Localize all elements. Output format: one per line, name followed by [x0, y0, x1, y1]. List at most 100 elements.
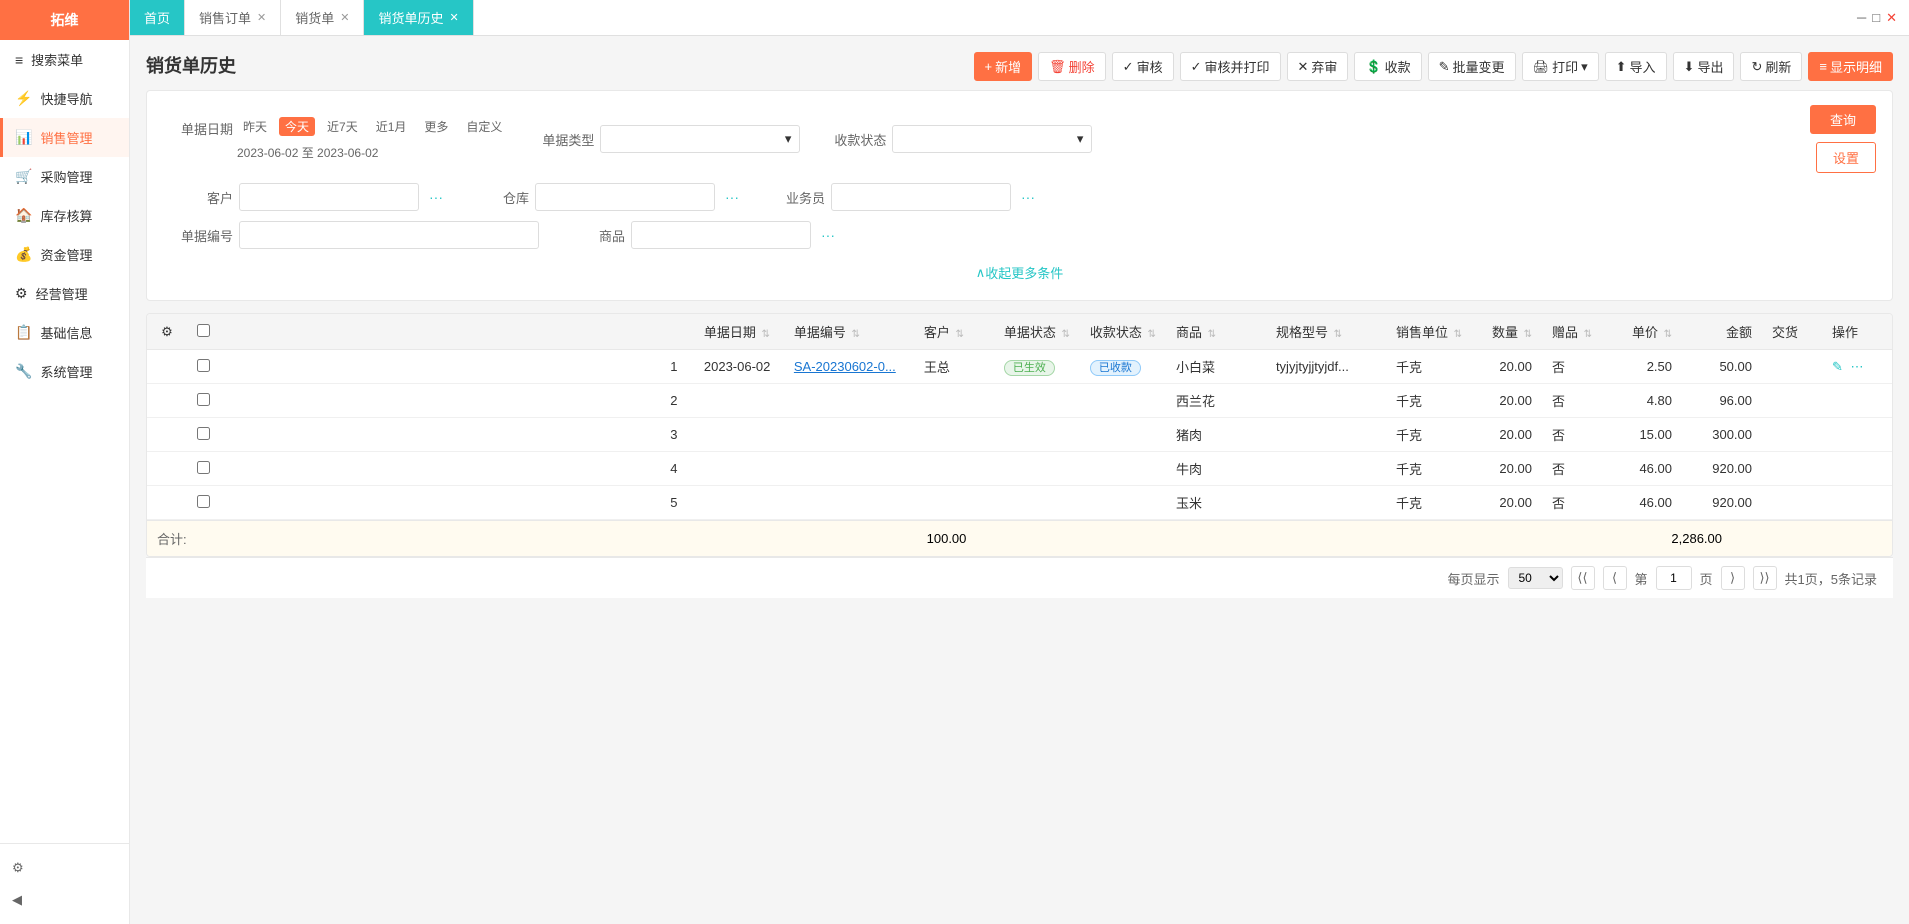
refresh-button[interactable]: ↻ 刷新 — [1740, 52, 1802, 81]
table-settings-icon[interactable]: ⚙ — [161, 324, 173, 339]
filter-collapse-btn[interactable]: ∧ 收起更多条件 — [163, 259, 1876, 286]
th-spec[interactable]: 规格型号 ⇅ — [1266, 314, 1386, 350]
th-doc-no[interactable]: 单据编号 ⇅ — [784, 314, 914, 350]
row-checkbox[interactable] — [197, 495, 210, 508]
sidebar-item-basic-info[interactable]: 📋 基础信息 — [0, 313, 129, 352]
date-badge-more[interactable]: 更多 — [418, 117, 454, 136]
abandon-button[interactable]: ✕ 弃审 — [1287, 52, 1349, 81]
row-checkbox-cell[interactable] — [187, 452, 654, 486]
th-amount: 金额 — [1682, 314, 1762, 350]
row-doc-no[interactable] — [784, 452, 914, 486]
sidebar-toggle-btn[interactable]: ◀ — [0, 884, 129, 916]
tab-sales-history-close[interactable]: ✕ — [450, 11, 459, 24]
row-date — [694, 384, 784, 418]
row-edit-btn[interactable]: ✎ — [1832, 359, 1843, 374]
delete-button[interactable]: 🗑 删除 — [1038, 52, 1106, 81]
row-doc-no[interactable] — [784, 384, 914, 418]
date-badge-today[interactable]: 今天 — [279, 117, 315, 136]
th-customer[interactable]: 客户 ⇅ — [914, 314, 994, 350]
audit-print-button[interactable]: ✓ 审核并打印 — [1180, 52, 1281, 81]
row-checkbox-cell[interactable] — [187, 350, 654, 384]
tab-sales-history[interactable]: 销货单历史 ✕ — [364, 0, 473, 35]
page-input[interactable] — [1656, 566, 1692, 590]
system-mgmt-icon: 🔧 — [15, 363, 32, 380]
sidebar-item-inventory[interactable]: 🏠 库存核算 — [0, 196, 129, 235]
doc-no-input[interactable] — [239, 221, 539, 249]
sidebar-item-purchase-mgmt[interactable]: 🛒 采购管理 — [0, 157, 129, 196]
row-checkbox[interactable] — [197, 427, 210, 440]
sidebar-item-finance-mgmt[interactable]: 💰 资金管理 — [0, 235, 129, 274]
row-checkbox[interactable] — [197, 359, 210, 372]
collect-button[interactable]: 💲 收款 — [1354, 52, 1421, 81]
page-first-btn[interactable]: ⟨⟨ — [1571, 566, 1595, 590]
window-maximize-btn[interactable]: □ — [1872, 10, 1880, 25]
goods-more-btn[interactable]: ··· — [821, 227, 835, 243]
table-row: 2 西兰花 千克 20.00 否 4.80 96.00 — [147, 384, 1892, 418]
new-button[interactable]: + 新增 — [974, 52, 1033, 81]
audit-button[interactable]: ✓ 审核 — [1112, 52, 1174, 81]
date-badge-1month[interactable]: 近1月 — [370, 117, 413, 136]
staff-more-btn[interactable]: ··· — [1021, 189, 1035, 205]
th-qty[interactable]: 数量 ⇅ — [1472, 314, 1542, 350]
tab-sales-delivery-close[interactable]: ✕ — [340, 11, 349, 24]
th-pay-status[interactable]: 收款状态 ⇅ — [1080, 314, 1166, 350]
sidebar-item-operation-mgmt[interactable]: ⚙ 经营管理 — [0, 274, 129, 313]
th-date[interactable]: 单据日期 ⇅ — [694, 314, 784, 350]
sidebar-item-system-mgmt[interactable]: 🔧 系统管理 — [0, 352, 129, 391]
print-button[interactable]: 🖨 打印 ▾ — [1522, 52, 1599, 81]
row-checkbox-cell[interactable] — [187, 486, 654, 520]
tab-home[interactable]: 首页 — [130, 0, 185, 35]
select-all-checkbox[interactable] — [197, 324, 210, 337]
warehouse-input[interactable] — [535, 183, 715, 211]
row-checkbox-cell[interactable] — [187, 384, 654, 418]
tab-sales-delivery[interactable]: 销货单 ✕ — [281, 0, 364, 35]
th-unit[interactable]: 销售单位 ⇅ — [1386, 314, 1472, 350]
row-doc-no[interactable]: SA-20230602-0... — [784, 350, 914, 384]
export-button[interactable]: ⬇ 导出 — [1673, 52, 1735, 81]
row-doc-no[interactable] — [784, 418, 914, 452]
row-checkbox[interactable] — [197, 461, 210, 474]
tab-sales-order[interactable]: 销售订单 ✕ — [185, 0, 281, 35]
batch-change-button[interactable]: ✎ 批量变更 — [1428, 52, 1516, 81]
tab-sales-delivery-label: 销货单 — [295, 8, 334, 27]
window-close-btn[interactable]: ✕ — [1886, 10, 1897, 26]
th-doc-status[interactable]: 单据状态 ⇅ — [994, 314, 1080, 350]
doc-type-select[interactable]: ▾ — [600, 125, 800, 153]
pay-status-select[interactable]: ▾ — [892, 125, 1092, 153]
page-next-btn[interactable]: ⟩ — [1721, 566, 1745, 590]
staff-input[interactable] — [831, 183, 1011, 211]
goods-input[interactable] — [631, 221, 811, 249]
th-gift[interactable]: 赠品 ⇅ — [1542, 314, 1602, 350]
tab-sales-order-close[interactable]: ✕ — [257, 11, 266, 24]
row-doc-no[interactable] — [784, 486, 914, 520]
customer-input[interactable] — [239, 183, 419, 211]
sidebar-settings-btn[interactable]: ⚙ — [0, 852, 129, 884]
main-content: 首页 销售订单 ✕ 销货单 ✕ 销货单历史 ✕ ─ □ ✕ 销货单历史 + — [130, 0, 1909, 924]
warehouse-more-btn[interactable]: ··· — [725, 189, 739, 205]
setting-button[interactable]: 设置 — [1816, 142, 1876, 173]
query-button[interactable]: 查询 — [1810, 105, 1876, 134]
tab-sales-order-label: 销售订单 — [199, 8, 251, 27]
import-button[interactable]: ⬆ 导入 — [1605, 52, 1667, 81]
th-settings[interactable]: ⚙ — [147, 314, 187, 350]
date-badge-yesterday[interactable]: 昨天 — [237, 117, 273, 136]
show-detail-button[interactable]: ≡ 显示明细 — [1808, 52, 1893, 81]
th-goods[interactable]: 商品 ⇅ — [1166, 314, 1266, 350]
th-price[interactable]: 单价 ⇅ — [1602, 314, 1682, 350]
window-minimize-btn[interactable]: ─ — [1857, 10, 1866, 25]
row-checkbox-cell[interactable] — [187, 418, 654, 452]
page-size-select[interactable]: 50 20 100 — [1508, 567, 1563, 589]
date-badge-custom[interactable]: 自定义 — [460, 117, 508, 136]
page-last-btn[interactable]: ⟩⟩ — [1753, 566, 1777, 590]
date-badge-7days[interactable]: 近7天 — [321, 117, 364, 136]
page-prev-btn[interactable]: ⟨ — [1603, 566, 1627, 590]
row-more-btn[interactable]: ⋯ — [1851, 359, 1864, 374]
sidebar-item-search-menu[interactable]: ≡ 搜索菜单 — [0, 40, 129, 79]
sidebar-item-sales-mgmt[interactable]: 📊 销售管理 — [0, 118, 129, 157]
row-qty: 20.00 — [1472, 350, 1542, 384]
goods-label: 商品 — [555, 226, 625, 245]
th-checkbox[interactable] — [187, 314, 654, 350]
row-checkbox[interactable] — [197, 393, 210, 406]
sidebar-item-quick-nav[interactable]: ⚡ 快捷导航 — [0, 79, 129, 118]
customer-more-btn[interactable]: ··· — [429, 189, 443, 205]
